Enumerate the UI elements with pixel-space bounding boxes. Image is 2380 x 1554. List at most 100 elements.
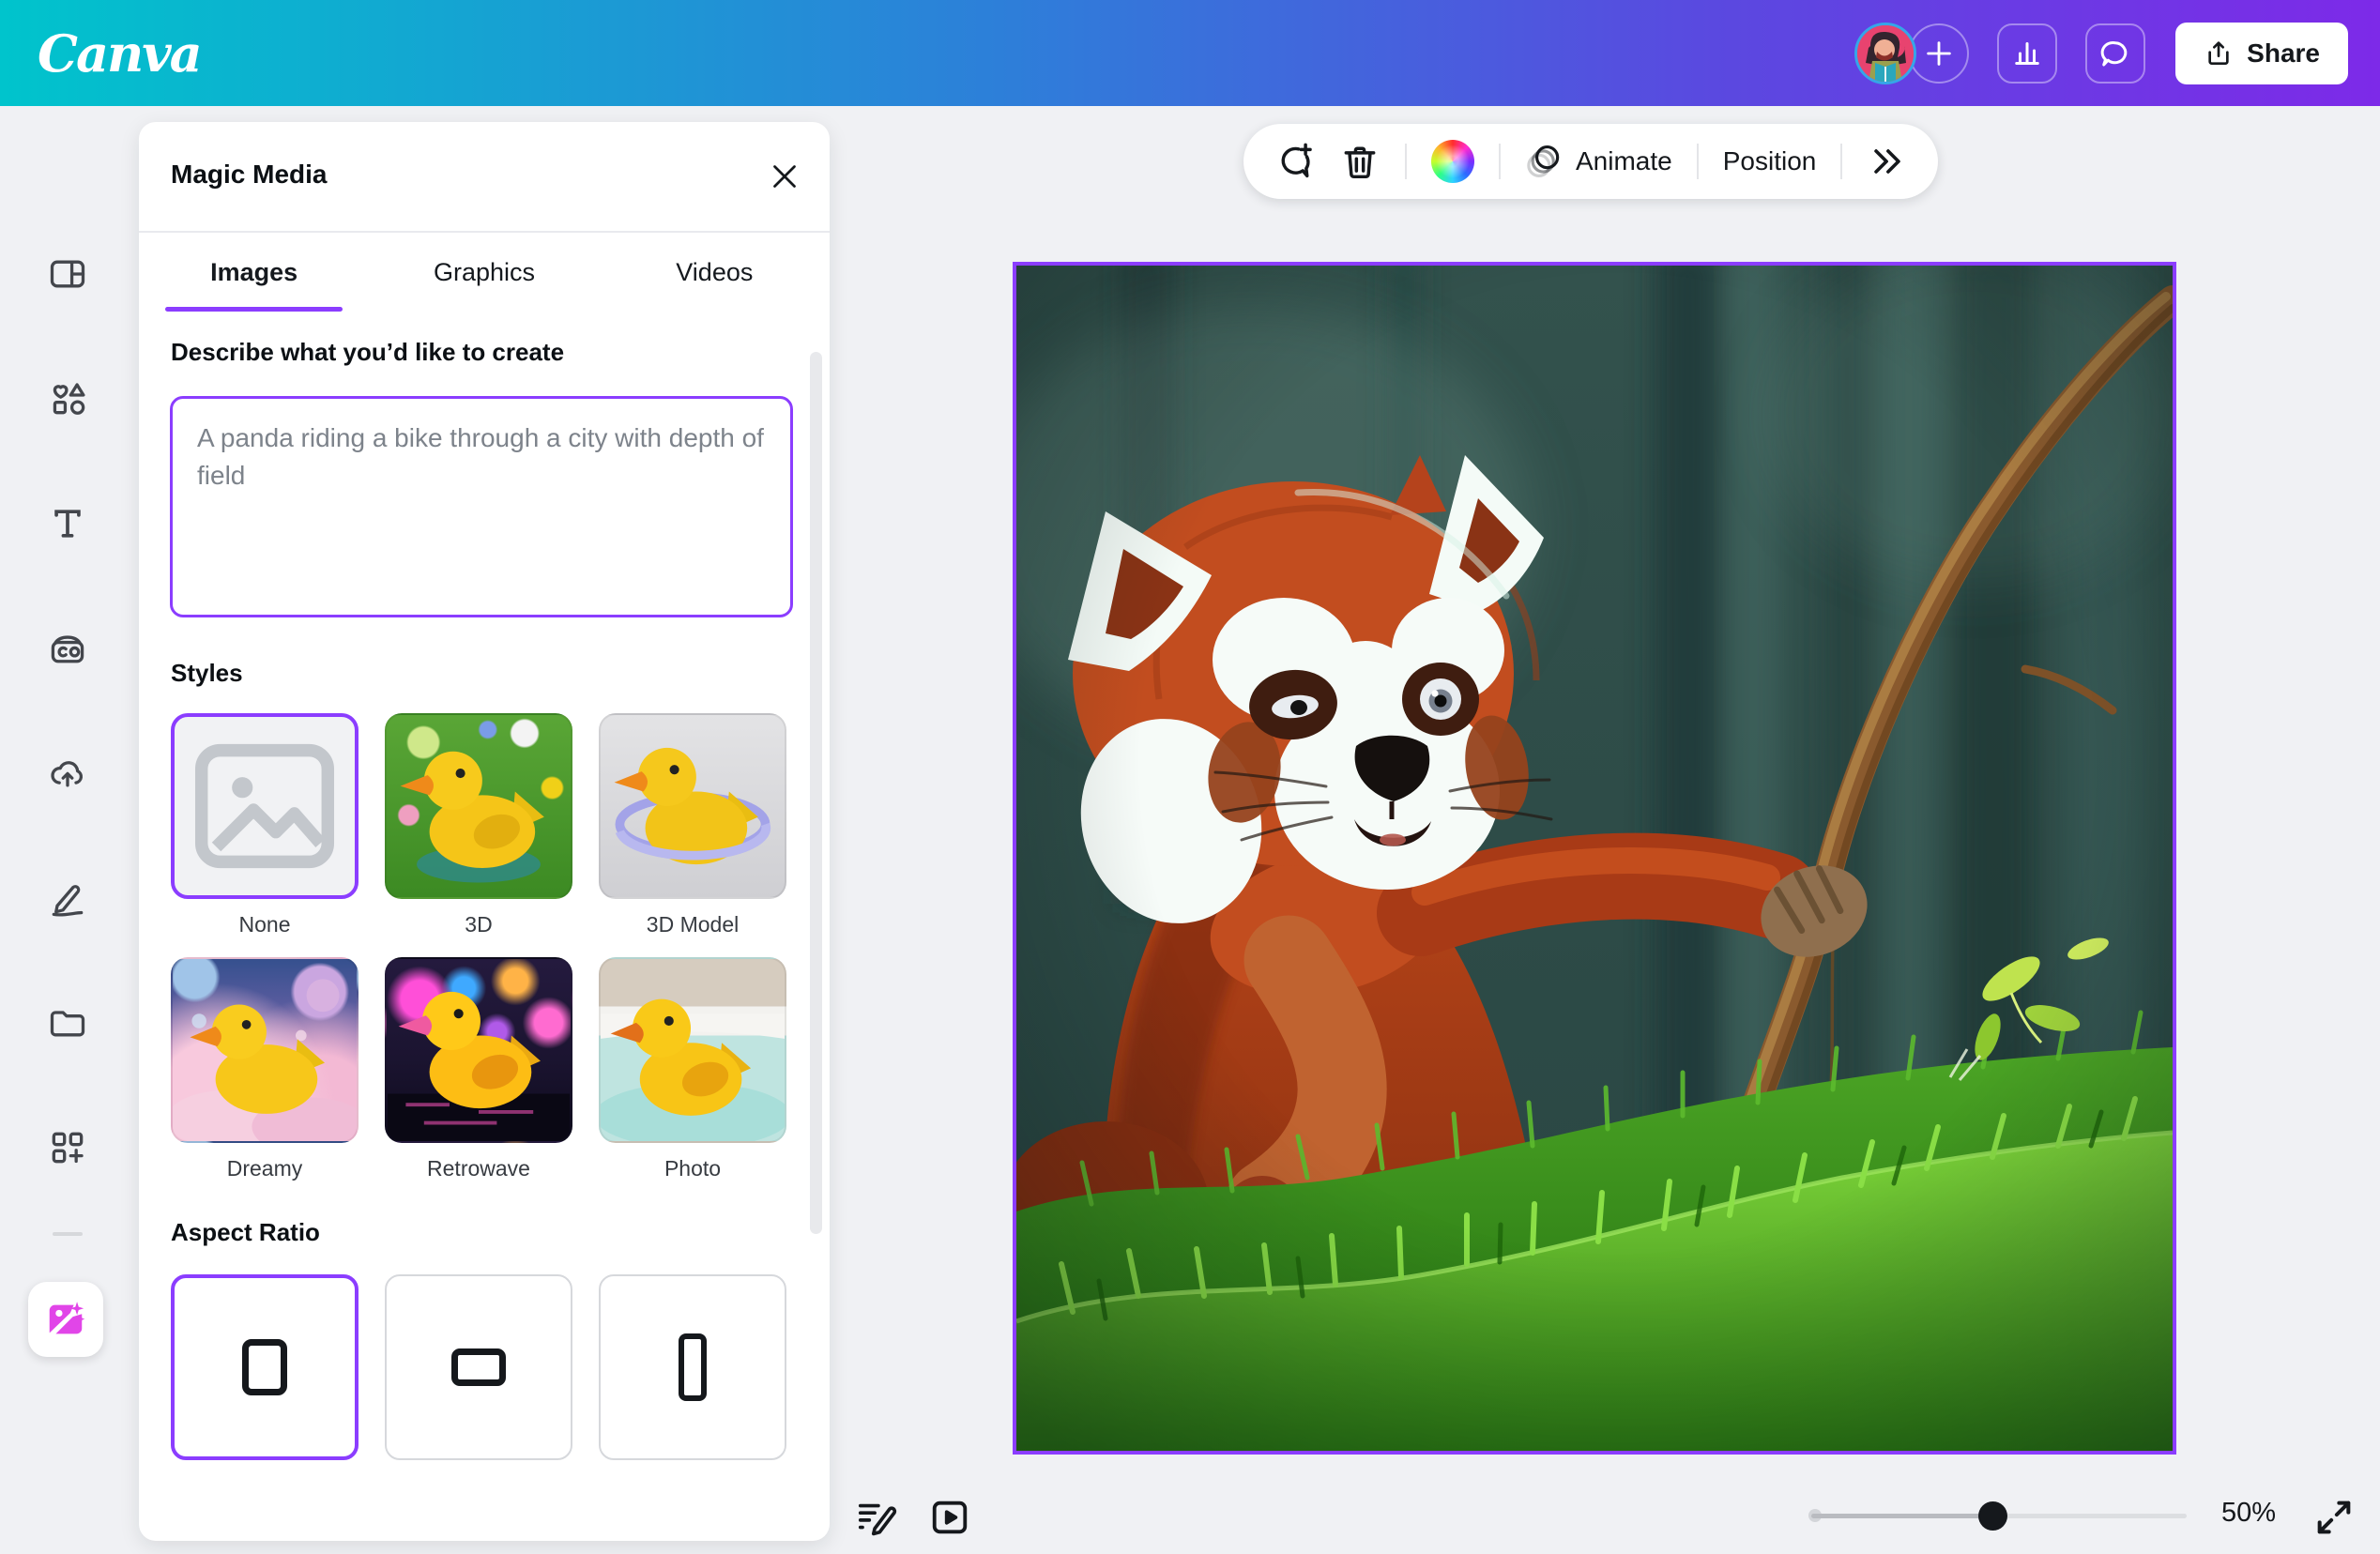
tab-graphics[interactable]: Graphics <box>369 233 599 312</box>
animate-icon <box>1525 142 1564 181</box>
position-button[interactable]: Position <box>1723 146 1817 176</box>
sidebar-item-text[interactable] <box>47 503 88 544</box>
style-thumb-retrowave <box>385 957 572 1143</box>
trash-icon <box>1339 141 1381 182</box>
canva-logo[interactable]: Canva <box>38 23 201 84</box>
play-icon <box>928 1496 971 1539</box>
present-button[interactable] <box>928 1496 971 1539</box>
close-panel-button[interactable] <box>768 160 801 193</box>
insights-button[interactable] <box>1997 23 2057 84</box>
object-toolbar: Animate Position <box>1243 124 1938 199</box>
share-label: Share <box>2247 38 2320 69</box>
plus-icon <box>1923 38 1955 69</box>
tab-images-label: Images <box>210 258 298 287</box>
topbar-actions: Share <box>1854 0 2348 106</box>
aspect-ratio-heading: Aspect Ratio <box>171 1218 320 1247</box>
sidebar-item-elements[interactable] <box>47 378 88 419</box>
style-label: Retrowave <box>427 1156 530 1181</box>
duck-illustration <box>601 959 785 1141</box>
style-option-retrowave[interactable]: Retrowave <box>385 957 572 1181</box>
notes-icon <box>855 1496 898 1539</box>
notes-button[interactable] <box>855 1496 898 1539</box>
style-option-3d[interactable]: 3D <box>385 713 572 937</box>
duck-illustration <box>387 715 571 897</box>
square-ratio-icon <box>242 1339 287 1395</box>
brand-icon <box>47 628 88 669</box>
style-option-dreamy[interactable]: Dreamy <box>171 957 359 1181</box>
sidebar-item-design[interactable] <box>47 253 88 295</box>
sidebar-item-apps[interactable] <box>47 1127 88 1168</box>
add-design-button[interactable] <box>1909 23 1969 84</box>
style-label: Dreamy <box>227 1156 303 1181</box>
fullscreen-button[interactable] <box>2312 1496 2356 1539</box>
style-thumb-none <box>171 713 359 899</box>
prompt-input[interactable] <box>170 396 793 617</box>
landscape-ratio-icon <box>451 1348 506 1386</box>
style-option-photo[interactable]: Photo <box>599 957 786 1181</box>
style-thumb-photo <box>599 957 786 1143</box>
aspect-ratio-options <box>171 1274 786 1460</box>
comment-add-icon <box>1274 141 1315 182</box>
sidebar <box>0 106 137 1554</box>
style-label: Photo <box>664 1156 721 1181</box>
sidebar-item-draw[interactable] <box>47 877 88 919</box>
panel-scrollbar[interactable] <box>810 352 822 1234</box>
topbar: Canva <box>0 0 2380 106</box>
bar-chart-icon <box>2010 37 2044 70</box>
animate-label: Animate <box>1576 146 1672 176</box>
avatar-image <box>1857 25 1914 82</box>
tab-videos[interactable]: Videos <box>600 233 830 312</box>
zoom-slider-knob[interactable] <box>1978 1501 2007 1531</box>
style-thumb-3d-model <box>599 713 786 899</box>
style-option-3d-model[interactable]: 3D Model <box>599 713 786 937</box>
elements-icon <box>47 378 88 419</box>
styles-grid: None 3D <box>171 713 798 1201</box>
add-comment-button[interactable] <box>1274 141 1315 182</box>
avatar[interactable] <box>1854 23 1916 84</box>
zoom-slider[interactable] <box>1811 1514 2187 1518</box>
sidebar-item-magic-media-active[interactable] <box>28 1282 103 1357</box>
folder-icon <box>47 1002 88 1044</box>
sidebar-divider <box>53 1232 83 1236</box>
style-label: None <box>239 912 291 937</box>
delete-button[interactable] <box>1339 141 1381 182</box>
zoom-level: 50% <box>2202 1498 2296 1529</box>
duck-illustration <box>601 715 785 897</box>
magic-media-panel: Magic Media Images Graphics Videos Descr… <box>139 122 830 1541</box>
share-button[interactable]: Share <box>2175 23 2348 84</box>
more-tools-button[interactable] <box>1867 141 1908 182</box>
aspect-option-portrait[interactable] <box>599 1274 786 1460</box>
portrait-ratio-icon <box>679 1333 707 1401</box>
style-label: 3D Model <box>647 912 739 937</box>
color-picker-button[interactable] <box>1431 140 1474 183</box>
image-placeholder-icon <box>175 717 355 895</box>
aspect-option-square[interactable] <box>171 1274 359 1460</box>
design-icon <box>47 253 88 295</box>
style-label: 3D <box>465 912 492 937</box>
upload-icon <box>2204 38 2234 69</box>
tab-graphics-label: Graphics <box>434 258 535 287</box>
sidebar-item-uploads[interactable] <box>47 753 88 794</box>
sidebar-item-projects[interactable] <box>47 1002 88 1044</box>
animate-button[interactable]: Animate <box>1525 142 1672 181</box>
aspect-option-landscape[interactable] <box>385 1274 572 1460</box>
upload-cloud-icon <box>47 753 88 794</box>
sidebar-item-brand[interactable] <box>47 628 88 669</box>
panel-title: Magic Media <box>171 160 327 190</box>
comments-button[interactable] <box>2085 23 2145 84</box>
generated-red-panda-image[interactable] <box>1016 266 2173 1451</box>
close-icon <box>768 160 801 193</box>
media-type-tabs: Images Graphics Videos <box>139 233 830 312</box>
magic-media-icon <box>44 1298 87 1341</box>
double-chevron-right-icon <box>1867 141 1908 182</box>
tab-images[interactable]: Images <box>139 233 369 312</box>
toolbar-separator <box>1499 144 1501 179</box>
canva-editor: { "topbar": { "logo": "Canva", "share_la… <box>0 0 2380 1554</box>
speech-bubble-icon <box>2098 37 2132 70</box>
styles-heading: Styles <box>171 659 243 688</box>
style-option-none[interactable]: None <box>171 713 359 937</box>
text-icon <box>47 503 88 544</box>
canvas-page[interactable] <box>1016 266 2173 1451</box>
tab-videos-label: Videos <box>676 258 753 287</box>
apps-icon <box>47 1127 88 1168</box>
